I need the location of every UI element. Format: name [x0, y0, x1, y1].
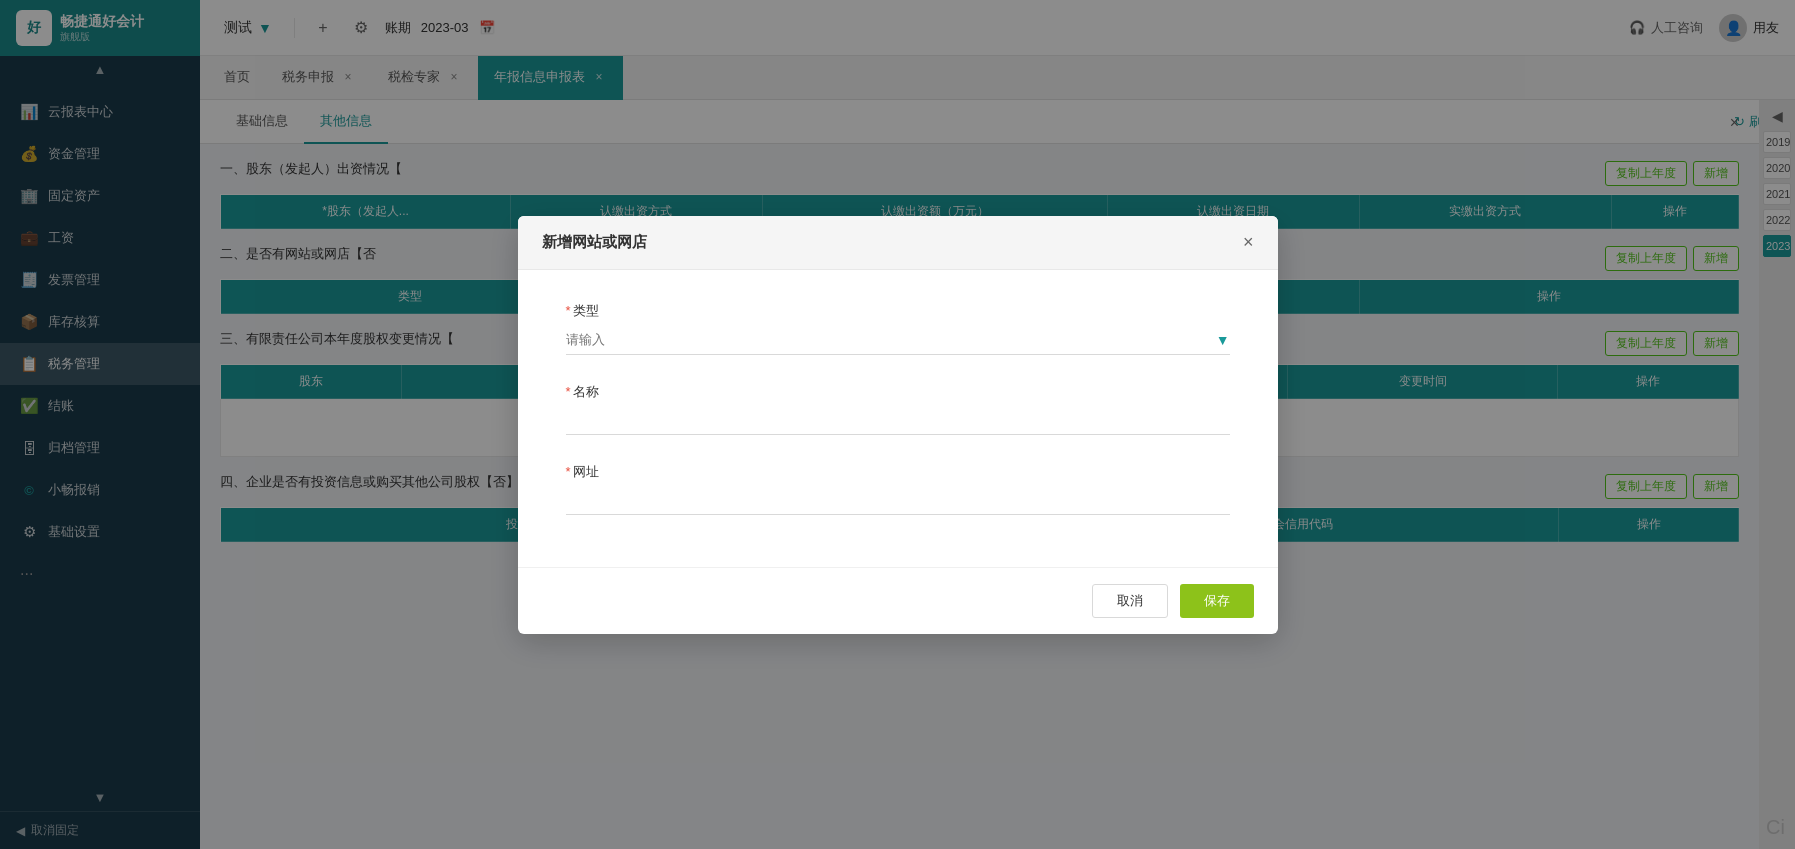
url-input[interactable] — [566, 487, 1230, 515]
modal-dialog: 新增网站或网店 × * 类型 ▼ * 名称 — [518, 216, 1278, 634]
form-row-url: * 网址 — [566, 463, 1230, 515]
modal-close-btn[interactable]: × — [1243, 232, 1254, 253]
modal-header: 新增网站或网店 × — [518, 216, 1278, 270]
form-label-name: * 名称 — [566, 383, 1230, 401]
type-select-wrapper: ▼ — [566, 326, 1230, 355]
modal-title: 新增网站或网店 — [542, 233, 647, 252]
form-label-url: * 网址 — [566, 463, 1230, 481]
form-label-type: * 类型 — [566, 302, 1230, 320]
type-input[interactable] — [566, 332, 1216, 347]
modal-body: * 类型 ▼ * 名称 * 网址 — [518, 270, 1278, 567]
form-row-name: * 名称 — [566, 383, 1230, 435]
dropdown-arrow-icon: ▼ — [1216, 332, 1230, 348]
name-input[interactable] — [566, 407, 1230, 435]
cancel-button[interactable]: 取消 — [1092, 584, 1168, 618]
form-row-type: * 类型 ▼ — [566, 302, 1230, 355]
modal-overlay: 新增网站或网店 × * 类型 ▼ * 名称 — [0, 0, 1795, 849]
modal-footer: 取消 保存 — [518, 567, 1278, 634]
save-button[interactable]: 保存 — [1180, 584, 1254, 618]
